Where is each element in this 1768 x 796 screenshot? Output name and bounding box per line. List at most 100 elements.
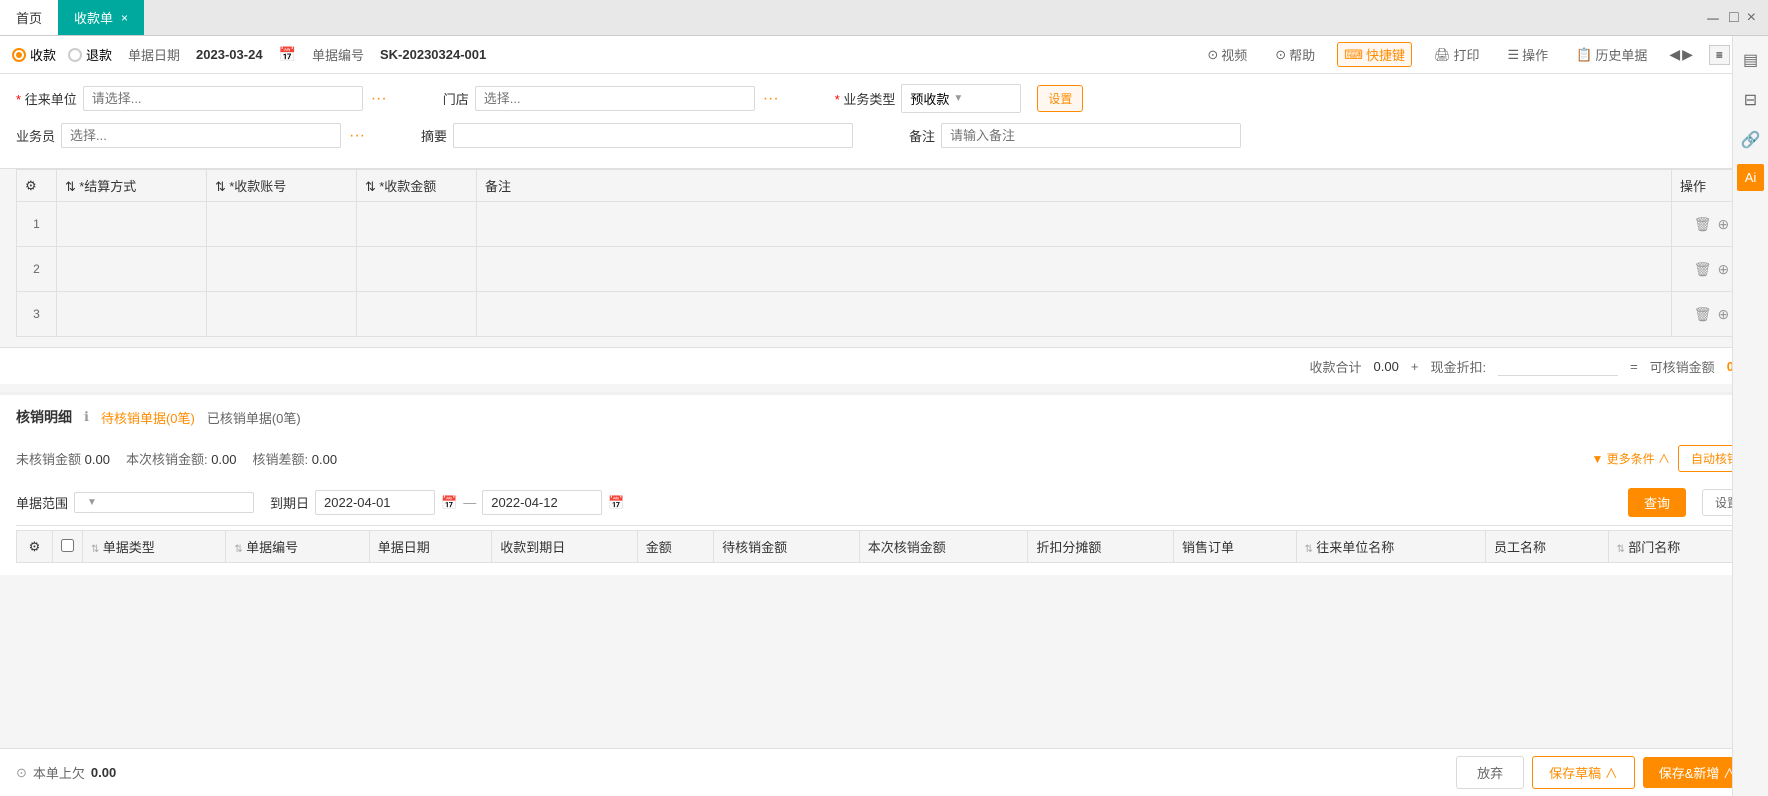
more-conditions-btn[interactable]: ▼ 更多条件 ∧ bbox=[1591, 450, 1670, 467]
info-icon[interactable]: ℹ bbox=[84, 409, 89, 425]
circle-icon: ⊙ bbox=[1207, 47, 1218, 63]
save-draft-button[interactable]: 保存草稿 ∧ bbox=[1532, 756, 1635, 789]
remark-cell-2[interactable] bbox=[477, 247, 1672, 292]
sort-icon[interactable]: ⇅ bbox=[1617, 544, 1625, 555]
discount-input[interactable] bbox=[1498, 356, 1618, 376]
summary-input[interactable] bbox=[453, 123, 853, 148]
list-view-button[interactable]: ≡ bbox=[1709, 45, 1730, 65]
footer-info-icon[interactable]: ⊙ bbox=[16, 765, 27, 781]
bottom-pending-header: 待核销金额 bbox=[714, 531, 860, 563]
radio-refund[interactable]: 退款 bbox=[68, 45, 112, 64]
range-select[interactable]: ▼ bbox=[74, 492, 254, 513]
next-arrow[interactable]: ▶ bbox=[1682, 46, 1693, 63]
bottom-amount-header: 金额 bbox=[637, 531, 713, 563]
discount-label: 现金折扣: bbox=[1430, 357, 1486, 376]
sidebar-icon-link[interactable]: 🔗 bbox=[1735, 124, 1767, 156]
calendar-icon[interactable]: 📅 bbox=[279, 46, 296, 63]
print-button[interactable]: 🖨 打印 bbox=[1428, 43, 1486, 66]
sort-icon[interactable]: ⇅ bbox=[91, 544, 99, 555]
date-to-input[interactable]: 2022-04-12 bbox=[482, 490, 602, 515]
maximize-button[interactable]: □ bbox=[1729, 9, 1739, 27]
sidebar-icon-active[interactable]: Ai bbox=[1737, 164, 1765, 191]
copy-icon[interactable]: ⊕ bbox=[1718, 216, 1730, 233]
form-row-1: * 往来单位 ··· 门店 ··· * 业务类型 预收款 ▼ 设置 bbox=[16, 84, 1752, 113]
sidebar-icon-doc[interactable]: ⊟ bbox=[1738, 84, 1763, 116]
staff-input[interactable] bbox=[61, 123, 341, 148]
account-cell-2[interactable] bbox=[207, 247, 357, 292]
amount-cell-3[interactable] bbox=[357, 292, 477, 337]
date-value: 2023-03-24 bbox=[196, 47, 263, 62]
remark-cell-1[interactable] bbox=[477, 202, 1672, 247]
store-more-icon[interactable]: ··· bbox=[763, 90, 779, 108]
summary-label: 摘要 bbox=[421, 126, 447, 145]
copy-icon[interactable]: ⊕ bbox=[1718, 261, 1730, 278]
history-button[interactable]: 📋 历史单据 bbox=[1570, 43, 1653, 66]
equals-sign: = bbox=[1630, 359, 1638, 374]
nav-arrows: ◀ ▶ bbox=[1669, 46, 1693, 63]
save-draft-label: 保存草稿 ∧ bbox=[1549, 763, 1618, 782]
tab-done[interactable]: 已核销单据(0笔) bbox=[207, 408, 301, 427]
remark-input[interactable] bbox=[941, 123, 1241, 148]
amount-cell-1[interactable] bbox=[357, 202, 477, 247]
table-account-header: ⇅ *收款账号 bbox=[207, 170, 357, 202]
bottom-settings-header[interactable]: ⚙ bbox=[17, 531, 53, 563]
abandon-button[interactable]: 放弃 bbox=[1456, 756, 1524, 789]
radio-refund-indicator bbox=[68, 48, 82, 62]
account-cell-1[interactable] bbox=[207, 202, 357, 247]
settlement-cell-3[interactable] bbox=[57, 292, 207, 337]
number-value: SK-20230324-001 bbox=[380, 47, 486, 62]
bottom-due-header: 收款到期日 bbox=[492, 531, 638, 563]
store-input[interactable] bbox=[475, 86, 755, 111]
partner-input[interactable] bbox=[83, 86, 363, 111]
shortcut-button[interactable]: ⌨ 快捷键 bbox=[1337, 42, 1412, 67]
partner-label: * 往来单位 bbox=[16, 89, 77, 108]
operate-icon: ☰ bbox=[1507, 47, 1519, 63]
table-settlement-header: ⇅ *结算方式 bbox=[57, 170, 207, 202]
writeoff-stats: 未核销金额 0.00 本次核销金额: 0.00 核销差额: 0.00 ▼ 更多条… bbox=[16, 437, 1752, 480]
delete-icon[interactable]: 🗑 bbox=[1694, 261, 1712, 278]
help-button[interactable]: ⊙ 帮助 bbox=[1269, 43, 1321, 66]
settings-button[interactable]: 设置 bbox=[1037, 85, 1083, 112]
calendar-to-icon[interactable]: 📅 bbox=[608, 495, 624, 511]
date-from-input[interactable]: 2022-04-01 bbox=[315, 490, 435, 515]
row-num-1: 1 bbox=[17, 202, 57, 247]
settlement-cell-2[interactable] bbox=[57, 247, 207, 292]
account-cell-3[interactable] bbox=[207, 292, 357, 337]
copy-icon[interactable]: ⊕ bbox=[1718, 306, 1730, 323]
range-field: 单据范围 ▼ bbox=[16, 492, 254, 513]
sort-icon[interactable]: ⇅ bbox=[1305, 544, 1313, 555]
close-button[interactable]: × bbox=[1747, 9, 1756, 27]
row-num-2: 2 bbox=[17, 247, 57, 292]
table-settings-header[interactable]: ⚙ bbox=[17, 170, 57, 202]
partner-more-icon[interactable]: ··· bbox=[371, 90, 387, 108]
staff-more-icon[interactable]: ··· bbox=[349, 127, 365, 145]
close-icon[interactable]: × bbox=[121, 11, 128, 25]
tab-pending[interactable]: 待核销单据(0笔) bbox=[101, 408, 195, 427]
amount-cell-2[interactable] bbox=[357, 247, 477, 292]
remark-cell-3[interactable] bbox=[477, 292, 1672, 337]
sort-icon[interactable]: ⇅ bbox=[234, 544, 242, 555]
table-remark-header: 备注 bbox=[477, 170, 1672, 202]
table-area: ⚙ ⇅ *结算方式 ⇅ *收款账号 ⇅ *收款金额 备注 操 bbox=[0, 169, 1768, 347]
calendar-from-icon[interactable]: 📅 bbox=[441, 495, 457, 511]
number-label: 单据编号 bbox=[312, 45, 364, 64]
tab-receipt[interactable]: 收款单 × bbox=[58, 0, 144, 35]
radio-receipt[interactable]: 收款 bbox=[12, 45, 56, 64]
prev-arrow[interactable]: ◀ bbox=[1669, 46, 1680, 63]
business-type-select[interactable]: 预收款 ▼ bbox=[901, 84, 1021, 113]
bottom-staff-header: 员工名称 bbox=[1486, 531, 1609, 563]
select-all-checkbox[interactable] bbox=[61, 539, 74, 552]
bottom-partner-header: ⇅ 往来单位名称 bbox=[1296, 531, 1486, 563]
settlement-cell-1[interactable] bbox=[57, 202, 207, 247]
delete-icon[interactable]: 🗑 bbox=[1694, 306, 1712, 323]
operate-button[interactable]: ☰ 操作 bbox=[1501, 43, 1554, 66]
tab-bar: 首页 收款单 × － □ × bbox=[0, 0, 1768, 36]
tab-home[interactable]: 首页 bbox=[0, 0, 58, 35]
search-button[interactable]: 查询 bbox=[1628, 488, 1686, 517]
radio-receipt-label: 收款 bbox=[30, 45, 56, 64]
minimize-button[interactable]: － bbox=[1705, 6, 1721, 30]
chevron-down-icon: ▼ bbox=[87, 497, 97, 508]
sidebar-icon-table[interactable]: ▤ bbox=[1737, 44, 1764, 76]
delete-icon[interactable]: 🗑 bbox=[1694, 216, 1712, 233]
video-button[interactable]: ⊙ 视频 bbox=[1201, 43, 1253, 66]
